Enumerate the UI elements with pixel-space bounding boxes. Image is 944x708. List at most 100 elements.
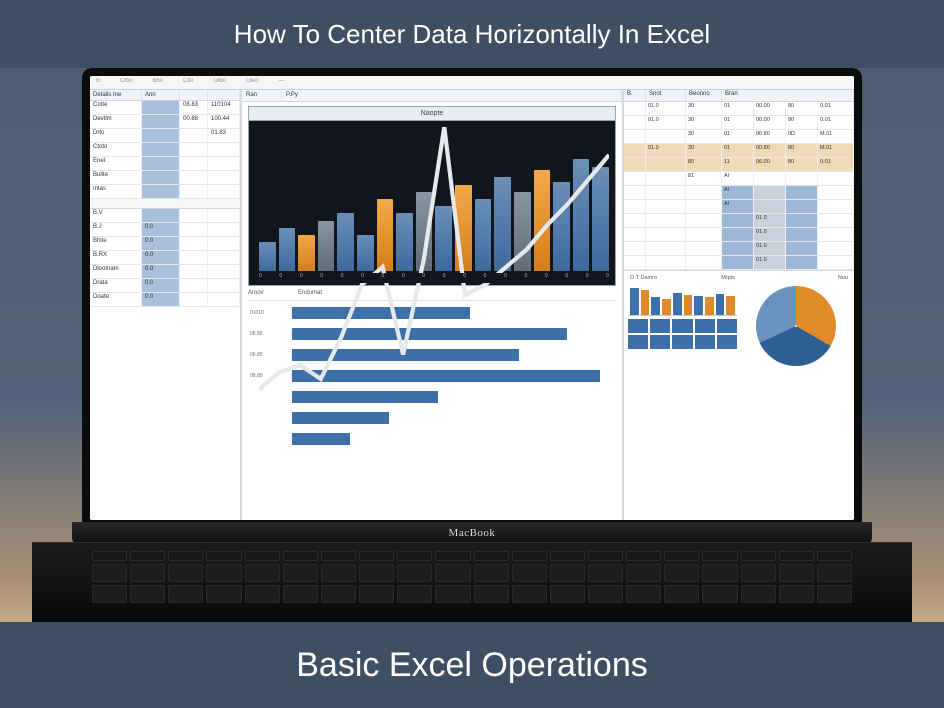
cell[interactable] — [180, 293, 208, 306]
cell[interactable] — [624, 214, 646, 227]
cell[interactable] — [818, 242, 854, 255]
cell[interactable] — [624, 242, 646, 255]
cell[interactable]: 00.00 — [754, 116, 786, 129]
cell[interactable] — [646, 130, 686, 143]
cell[interactable] — [786, 242, 818, 255]
cell[interactable]: Dlootnam — [90, 265, 142, 278]
cell[interactable] — [818, 200, 854, 213]
table-row[interactable]: Bhite0.0 — [90, 237, 240, 251]
cell[interactable] — [208, 157, 240, 170]
cell[interactable] — [624, 116, 646, 129]
cell[interactable] — [180, 157, 208, 170]
cell[interactable]: 110104 — [208, 101, 240, 114]
cell[interactable] — [646, 200, 686, 213]
table-row[interactable]: Enet — [90, 157, 240, 171]
cell[interactable] — [208, 185, 240, 198]
cell[interactable]: 0.01 — [818, 116, 854, 129]
cell[interactable]: Bhite — [90, 237, 142, 250]
cell[interactable]: 01.0 — [646, 102, 686, 115]
cell[interactable] — [646, 242, 686, 255]
cell[interactable] — [722, 242, 754, 255]
cell[interactable]: Doate — [90, 293, 142, 306]
cell[interactable]: 0D — [786, 130, 818, 143]
cell[interactable]: Ctoto — [90, 143, 142, 156]
table-row[interactable]: 01.0 — [624, 214, 854, 228]
cell[interactable] — [818, 172, 854, 185]
ribbon-tab[interactable]: Oleo — [246, 78, 259, 87]
table-row[interactable]: B.RX0.0 — [90, 251, 240, 265]
cell[interactable] — [686, 186, 722, 199]
cell[interactable] — [208, 251, 240, 264]
cell[interactable]: B.V — [90, 209, 142, 222]
cell[interactable] — [818, 256, 854, 269]
table-row[interactable]: Intas — [90, 185, 240, 199]
table-row[interactable]: Ctoto — [90, 143, 240, 157]
cell[interactable]: 81 — [686, 172, 722, 185]
cell[interactable]: 06.00 — [754, 158, 786, 171]
ribbon-tab[interactable]: — — [279, 78, 285, 87]
cell[interactable] — [180, 209, 208, 222]
cell[interactable] — [142, 157, 180, 170]
cell[interactable]: 30 — [686, 116, 722, 129]
cell[interactable]: 80 — [786, 144, 818, 157]
cell[interactable]: 01 — [722, 130, 754, 143]
cell[interactable] — [646, 186, 686, 199]
cell[interactable] — [180, 279, 208, 292]
cell[interactable]: 80 — [786, 158, 818, 171]
cell[interactable] — [208, 293, 240, 306]
cell[interactable]: 30 — [686, 130, 722, 143]
cell[interactable] — [686, 200, 722, 213]
table-row[interactable]: B.J0.0 — [90, 223, 240, 237]
cell[interactable]: 01.0 — [754, 242, 786, 255]
cell[interactable]: 01.0 — [754, 228, 786, 241]
cell[interactable]: 01 — [722, 116, 754, 129]
cell[interactable]: 0.0 — [142, 293, 180, 306]
cell[interactable]: B.RX — [90, 251, 142, 264]
table-row[interactable]: Cotte08.83110104 — [90, 101, 240, 115]
cell[interactable]: 01.0 — [646, 144, 686, 157]
cell[interactable] — [624, 130, 646, 143]
cell[interactable]: 00.88 — [180, 115, 208, 128]
cell[interactable]: 80 — [686, 158, 722, 171]
cell[interactable]: 01.0 — [754, 214, 786, 227]
cell[interactable] — [686, 256, 722, 269]
cell[interactable] — [624, 186, 646, 199]
cell[interactable] — [208, 223, 240, 236]
cell[interactable] — [754, 200, 786, 213]
table-row[interactable]: AI — [624, 200, 854, 214]
cell[interactable]: 00.80 — [754, 144, 786, 157]
cell[interactable] — [180, 237, 208, 250]
cell[interactable]: 01.0 — [646, 116, 686, 129]
cell[interactable] — [786, 186, 818, 199]
cell[interactable] — [686, 214, 722, 227]
cell[interactable]: Intas — [90, 185, 142, 198]
cell[interactable]: 100.44 — [208, 115, 240, 128]
cell[interactable] — [180, 171, 208, 184]
cell[interactable] — [180, 185, 208, 198]
cell[interactable] — [180, 129, 208, 142]
cell[interactable] — [142, 115, 180, 128]
cell[interactable] — [646, 228, 686, 241]
table-row[interactable]: 01.0 — [624, 228, 854, 242]
cell[interactable] — [786, 256, 818, 269]
cell[interactable] — [646, 214, 686, 227]
cell[interactable] — [624, 172, 646, 185]
cell[interactable]: 01 — [722, 144, 754, 157]
cell[interactable] — [624, 228, 646, 241]
cell[interactable]: 00.80 — [754, 130, 786, 143]
cell[interactable] — [624, 102, 646, 115]
cell[interactable] — [624, 200, 646, 213]
cell[interactable]: Drata — [90, 279, 142, 292]
cell[interactable]: AI — [722, 200, 754, 213]
table-row[interactable]: 01.0300100.00800.01 — [624, 116, 854, 130]
cell[interactable]: 80 — [786, 102, 818, 115]
cell[interactable] — [142, 171, 180, 184]
cell[interactable]: 0.0 — [142, 251, 180, 264]
cell[interactable] — [786, 200, 818, 213]
cell[interactable]: Enet — [90, 157, 142, 170]
table-row[interactable]: 81AI — [624, 172, 854, 186]
cell[interactable] — [786, 228, 818, 241]
table-row[interactable]: 801106.00800.01 — [624, 158, 854, 172]
cell[interactable] — [208, 143, 240, 156]
cell[interactable] — [208, 171, 240, 184]
